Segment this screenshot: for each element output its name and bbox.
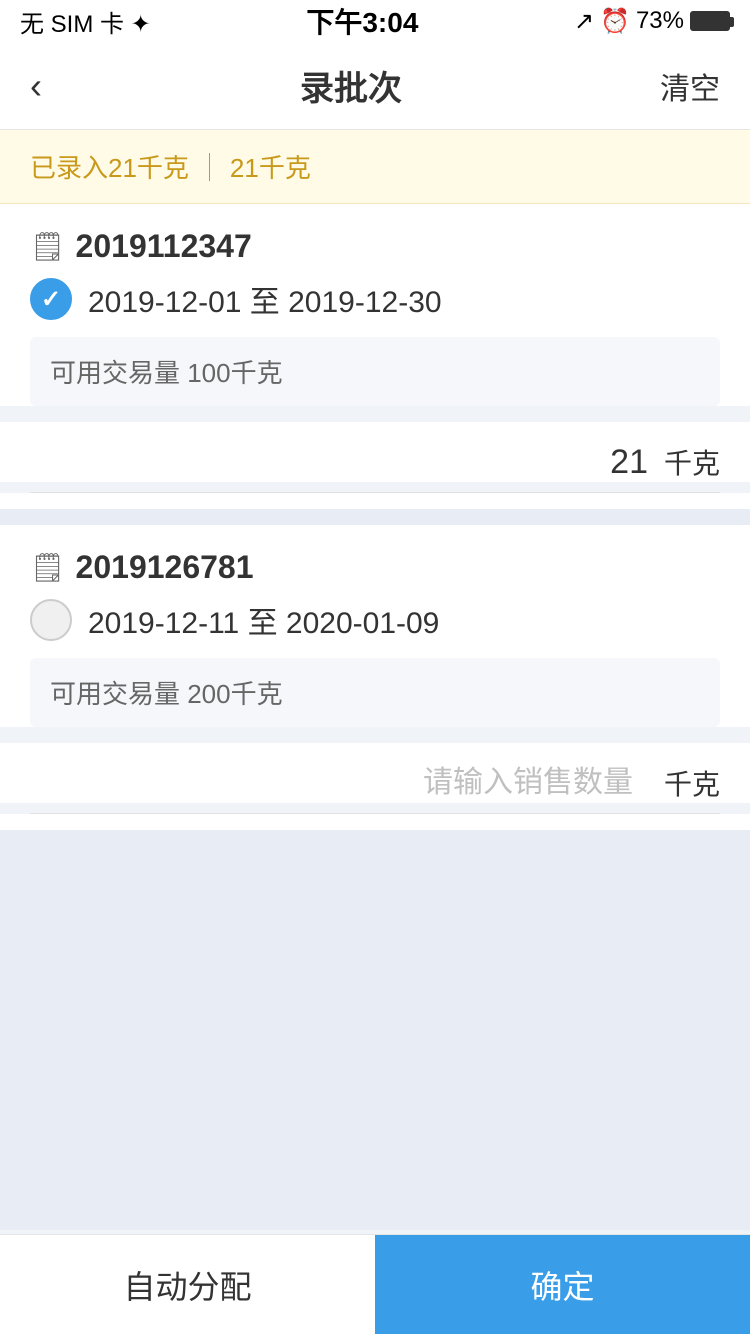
recorded-amount: 21千克 bbox=[230, 148, 311, 185]
batch-2-header: 🗒 2019126781 bbox=[30, 549, 720, 586]
batch-1-date-row: ✓ 2019-12-01 至 2019-12-30 bbox=[30, 277, 720, 321]
status-bar: 无 SIM 卡 ✦ 下午3:04 ↗ ⏰ 73% bbox=[0, 0, 750, 42]
sim-status: 无 SIM 卡 ✦ bbox=[20, 4, 151, 39]
clear-button[interactable]: 清空 bbox=[660, 64, 720, 108]
batch-1-spacer bbox=[0, 493, 750, 509]
confirm-button[interactable]: 确定 bbox=[375, 1235, 750, 1334]
batch-item-2: 🗒 2019126781 2019-12-11 至 2020-01-09 可用交… bbox=[0, 525, 750, 727]
batch-1-value: 21 bbox=[610, 443, 648, 482]
location-icon: ↗ bbox=[574, 7, 594, 36]
batch-1-amount-row: 21 千克 bbox=[0, 422, 750, 482]
batch-1-unit: 千克 bbox=[664, 442, 720, 482]
batch-2-date-row: 2019-12-11 至 2020-01-09 bbox=[30, 598, 720, 642]
batch-2-quantity-input[interactable] bbox=[328, 766, 648, 800]
battery-percent: 73% bbox=[636, 7, 684, 35]
batch-2-id: 2019126781 bbox=[76, 549, 254, 586]
alarm-icon: ⏰ bbox=[600, 7, 630, 36]
check-icon: ✓ bbox=[41, 285, 61, 314]
batch-1-icon: 🗒 bbox=[30, 230, 66, 263]
batch-item-1: 🗒 2019112347 ✓ 2019-12-01 至 2019-12-30 可… bbox=[0, 204, 750, 406]
batch-2-icon: 🗒 bbox=[30, 551, 66, 584]
info-bar: 已录入21千克 21千克 bbox=[0, 130, 750, 204]
batch-2-date: 2019-12-11 至 2020-01-09 bbox=[88, 598, 439, 642]
auto-distribute-button[interactable]: 自动分配 bbox=[0, 1235, 375, 1334]
batch-2-radio[interactable] bbox=[30, 599, 72, 641]
section-divider bbox=[0, 509, 750, 525]
batch-2-input-row: 千克 bbox=[0, 743, 750, 803]
batch-1-date: 2019-12-01 至 2019-12-30 bbox=[88, 277, 442, 321]
batch-2-available: 可用交易量 200千克 bbox=[30, 658, 720, 727]
status-right: ↗ ⏰ 73% bbox=[574, 7, 730, 36]
nav-bar: ‹ 录批次 清空 bbox=[0, 42, 750, 130]
status-time: 下午3:04 bbox=[306, 1, 418, 41]
status-left: 无 SIM 卡 ✦ bbox=[20, 4, 151, 39]
bottom-bar: 自动分配 确定 bbox=[0, 1234, 750, 1334]
batch-1-header: 🗒 2019112347 bbox=[30, 228, 720, 265]
empty-area bbox=[0, 830, 750, 1230]
batch-1-id: 2019112347 bbox=[76, 228, 252, 265]
back-button[interactable]: ‹ bbox=[30, 65, 42, 107]
batch-1-radio[interactable]: ✓ bbox=[30, 278, 72, 320]
batch-2-unit: 千克 bbox=[664, 763, 720, 803]
page-title: 录批次 bbox=[300, 61, 402, 110]
info-divider bbox=[209, 153, 210, 181]
recorded-text: 已录入21千克 bbox=[30, 148, 189, 185]
batch-1-available: 可用交易量 100千克 bbox=[30, 337, 720, 406]
battery-icon bbox=[690, 11, 730, 31]
batch-2-spacer bbox=[0, 814, 750, 830]
